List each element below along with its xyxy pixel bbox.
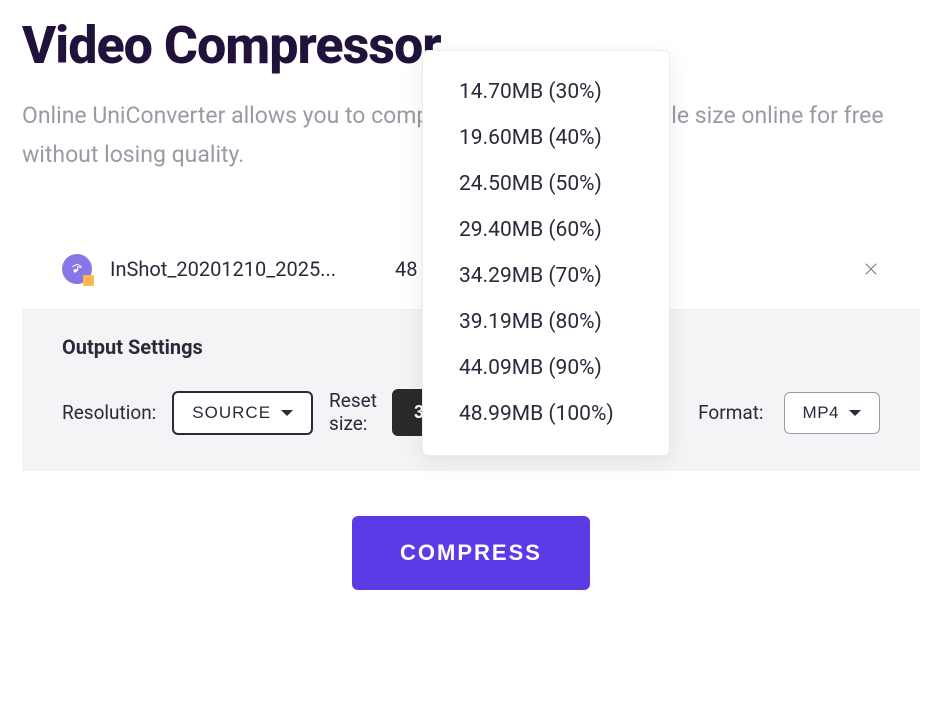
reset-size-option[interactable]: 19.60MB (40%)	[423, 115, 669, 161]
compress-button[interactable]: COMPRESS	[352, 516, 590, 590]
caret-down-icon	[849, 410, 861, 416]
format-value: MP4	[803, 403, 839, 423]
reset-size-label: Reset size:	[329, 390, 384, 436]
reset-size-option[interactable]: 14.70MB (30%)	[423, 69, 669, 115]
resolution-dropdown[interactable]: SOURCE	[172, 391, 313, 435]
close-icon[interactable]	[862, 260, 880, 278]
file-name: InShot_20201210_2025...	[110, 257, 365, 281]
reset-size-option[interactable]: 48.99MB (100%)	[423, 391, 669, 437]
file-size: 48	[395, 257, 417, 281]
format-dropdown[interactable]: MP4	[784, 392, 880, 434]
format-label: Format:	[698, 401, 763, 424]
format-group: Format: MP4	[698, 392, 880, 434]
compress-area: COMPRESS	[22, 471, 920, 610]
music-file-icon	[62, 254, 92, 284]
reset-size-option[interactable]: 34.29MB (70%)	[423, 253, 669, 299]
reset-size-option[interactable]: 29.40MB (60%)	[423, 207, 669, 253]
reset-size-option[interactable]: 44.09MB (90%)	[423, 345, 669, 391]
reset-size-option[interactable]: 39.19MB (80%)	[423, 299, 669, 345]
resolution-value: SOURCE	[192, 403, 271, 423]
reset-size-option[interactable]: 24.50MB (50%)	[423, 161, 669, 207]
resolution-label: Resolution:	[62, 401, 156, 424]
caret-down-icon	[281, 410, 293, 416]
reset-size-menu: 14.70MB (30%)19.60MB (40%)24.50MB (50%)2…	[422, 50, 670, 456]
